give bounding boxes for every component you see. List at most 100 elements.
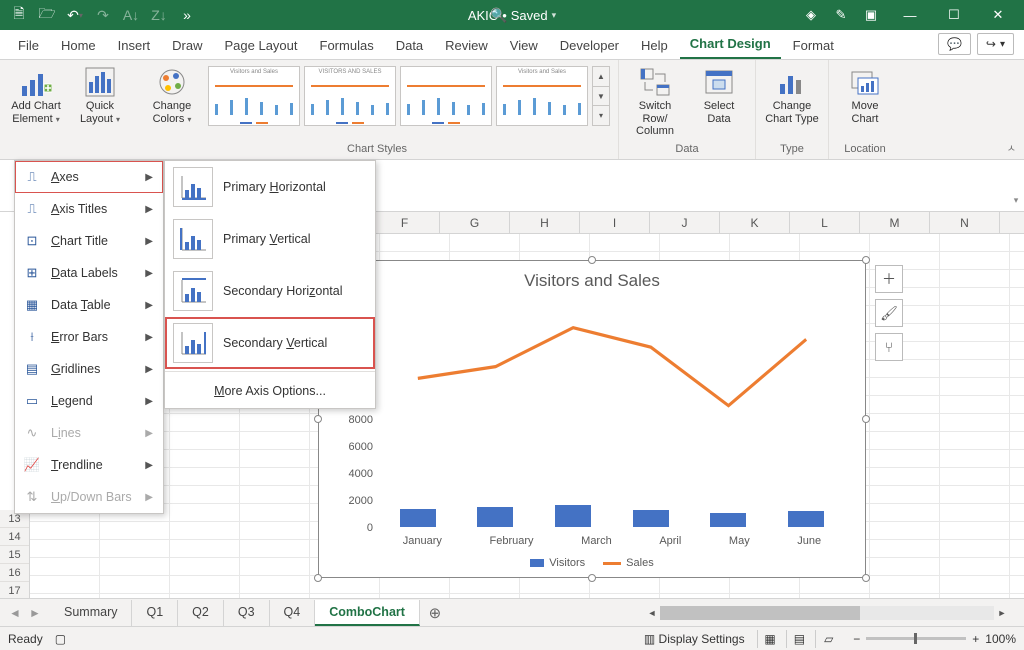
view-normal-icon[interactable]: ▦ [757, 630, 783, 648]
menu-item-trendline[interactable]: 📈Trendline▶ [15, 449, 163, 481]
tab-formulas[interactable]: Formulas [310, 33, 384, 59]
column-header[interactable]: K [720, 212, 790, 233]
menu-item-data-table[interactable]: ▦Data Table▶ [15, 289, 163, 321]
comments-button[interactable]: 💬 [938, 33, 971, 55]
tab-format[interactable]: Format [783, 33, 844, 59]
zoom-in-icon[interactable]: + [972, 632, 979, 646]
tab-data[interactable]: Data [386, 33, 433, 59]
open-icon[interactable]: 🗁 [36, 4, 58, 26]
chart-object[interactable]: Visitors and Sales 02000400060008000 Jan… [318, 260, 866, 578]
ribbon-display-icon[interactable]: ▣ [856, 0, 886, 30]
sheet-tab-q2[interactable]: Q2 [178, 600, 224, 626]
sheet-tab-summary[interactable]: Summary [50, 600, 132, 626]
resize-handle[interactable] [862, 256, 870, 264]
tab-file[interactable]: File [8, 33, 49, 59]
undo-icon[interactable]: ↶▾ [64, 4, 86, 26]
chart-title[interactable]: Visitors and Sales [319, 261, 865, 297]
gallery-scroll[interactable]: ▲▼▾ [592, 66, 610, 126]
chart-styles-gallery[interactable]: Visitors and Sales VISITORS AND SALES Vi… [206, 64, 612, 128]
maximize-button[interactable]: ☐ [934, 0, 974, 30]
row-header[interactable]: 14 [0, 528, 29, 546]
tab-review[interactable]: Review [435, 33, 498, 59]
tab-home[interactable]: Home [51, 33, 106, 59]
gallery-up-icon[interactable]: ▲ [593, 67, 609, 87]
search-icon[interactable]: 🔍 [490, 7, 507, 24]
chart-legend[interactable]: Visitors Sales [319, 557, 865, 569]
zoom-out-icon[interactable]: − [853, 632, 860, 646]
row-header[interactable]: 16 [0, 564, 29, 582]
tab-view[interactable]: View [500, 33, 548, 59]
gallery-more-icon[interactable]: ▾ [593, 106, 609, 125]
minimize-button[interactable]: — [890, 0, 930, 30]
column-header[interactable]: I [580, 212, 650, 233]
chart-filters-button[interactable]: ⑂ [875, 333, 903, 361]
add-chart-element-button[interactable]: Add ChartElement ▾ [6, 64, 66, 127]
row-header[interactable]: 15 [0, 546, 29, 564]
sheet-tab-q3[interactable]: Q3 [224, 600, 270, 626]
column-header[interactable]: M [860, 212, 930, 233]
select-data-button[interactable]: SelectData [689, 64, 749, 127]
move-chart-button[interactable]: MoveChart [835, 64, 895, 127]
menu-item-error-bars[interactable]: ⟊Error Bars▶ [15, 321, 163, 353]
zoom-control[interactable]: − + 100% [853, 632, 1016, 646]
submenu-item-secondary-vertical[interactable]: Secondary Vertical [165, 317, 375, 369]
resize-handle[interactable] [588, 574, 596, 582]
collapse-ribbon-icon[interactable]: ㅅ [1007, 140, 1016, 155]
sheet-nav-next-icon[interactable]: ► [26, 606, 44, 620]
change-chart-type-button[interactable]: ChangeChart Type [762, 64, 822, 127]
tab-chart-design[interactable]: Chart Design [680, 31, 781, 59]
column-header[interactable]: H [510, 212, 580, 233]
resize-handle[interactable] [862, 415, 870, 423]
sheet-tab-combochart[interactable]: ComboChart [315, 600, 420, 626]
close-button[interactable]: ✕ [978, 0, 1018, 30]
display-settings-button[interactable]: ▥ Display Settings [644, 632, 745, 646]
sheet-nav-prev-icon[interactable]: ◄ [6, 606, 24, 620]
switch-row-column-button[interactable]: Switch Row/Column [625, 64, 685, 140]
horizontal-scrollbar[interactable]: ◄ ► [644, 606, 1024, 620]
column-header[interactable]: N [930, 212, 1000, 233]
macro-record-icon[interactable]: ▢ [55, 632, 66, 646]
quick-layout-button[interactable]: QuickLayout ▾ [70, 64, 130, 127]
sort-desc-icon[interactable]: Z↓ [148, 4, 170, 26]
new-sheet-button[interactable]: ⊕ [420, 604, 450, 622]
scroll-right-icon[interactable]: ► [994, 608, 1010, 618]
scroll-left-icon[interactable]: ◄ [644, 608, 660, 618]
tab-page-layout[interactable]: Page Layout [215, 33, 308, 59]
sheet-tab-q4[interactable]: Q4 [270, 600, 316, 626]
menu-item-data-labels[interactable]: ⊞Data Labels▶ [15, 257, 163, 289]
column-header[interactable]: L [790, 212, 860, 233]
column-header[interactable]: J [650, 212, 720, 233]
chart-style-thumb[interactable] [400, 66, 492, 126]
menu-item-gridlines[interactable]: ▤Gridlines▶ [15, 353, 163, 385]
tab-developer[interactable]: Developer [550, 33, 629, 59]
dictate-icon[interactable]: ✎ [826, 0, 856, 30]
column-header[interactable]: G [440, 212, 510, 233]
share-button[interactable]: ↪ ▾ [977, 33, 1014, 55]
resize-handle[interactable] [862, 574, 870, 582]
menu-item-chart-title[interactable]: ⊡Chart Title▶ [15, 225, 163, 257]
redo-icon[interactable]: ↷ [92, 4, 114, 26]
chart-style-thumb[interactable]: Visitors and Sales [208, 66, 300, 126]
zoom-level[interactable]: 100% [985, 632, 1016, 646]
plot-area[interactable] [379, 306, 845, 527]
menu-item-axis-titles[interactable]: ⎍Axis Titles▶ [15, 193, 163, 225]
chart-elements-button[interactable]: ＋ [875, 265, 903, 293]
chart-styles-button[interactable]: 🖌 [875, 299, 903, 327]
view-page-break-icon[interactable]: ▱ [815, 630, 841, 648]
tab-help[interactable]: Help [631, 33, 678, 59]
column-header[interactable]: F [370, 212, 440, 233]
sheet-tab-q1[interactable]: Q1 [132, 600, 178, 626]
formula-expand-icon[interactable]: ▾ [1008, 195, 1024, 206]
save-icon[interactable]: 🗎 [8, 4, 30, 26]
chart-style-thumb[interactable]: Visitors and Sales [496, 66, 588, 126]
menu-item-legend[interactable]: ▭Legend▶ [15, 385, 163, 417]
premium-icon[interactable]: ◈ [796, 0, 826, 30]
submenu-item-primary-vertical[interactable]: Primary Vertical [165, 213, 375, 265]
view-page-layout-icon[interactable]: ▤ [786, 630, 812, 648]
more-axis-options[interactable]: More Axis Options... [165, 374, 375, 408]
change-colors-button[interactable]: ChangeColors ▾ [142, 64, 202, 127]
resize-handle[interactable] [314, 574, 322, 582]
document-title[interactable]: AKIC • Saved ▾ [468, 8, 556, 23]
resize-handle[interactable] [588, 256, 596, 264]
resize-handle[interactable] [314, 415, 322, 423]
